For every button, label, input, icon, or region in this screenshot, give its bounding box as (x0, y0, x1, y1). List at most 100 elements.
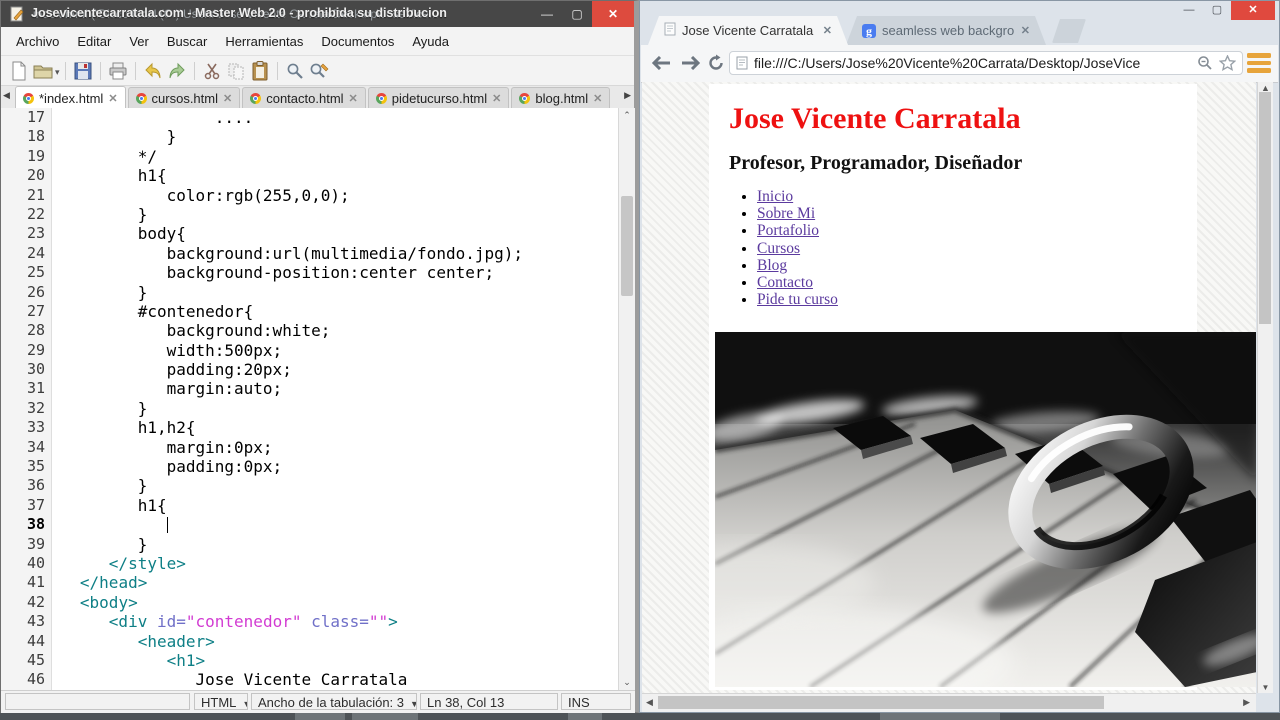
editor-tab-pidetucurso.html[interactable]: pidetucurso.html ✕ (367, 87, 510, 109)
scroll-up-icon[interactable]: ⌃ (619, 110, 635, 121)
browser-tab[interactable]: Jose Vicente Carratala ✕ (648, 16, 848, 45)
editor-tab-contacto.html[interactable]: contacto.html ✕ (242, 87, 366, 109)
code-line[interactable]: 38 (1, 515, 634, 534)
browser-minimize-button[interactable]: — (1175, 1, 1203, 20)
browser-tab[interactable]: g seamless web backgrounc ✕ (846, 16, 1046, 45)
tab-close-icon[interactable]: ✕ (593, 92, 602, 105)
code-line[interactable]: 33 h1,h2{ (1, 418, 634, 437)
tab-close-icon[interactable]: ✕ (108, 92, 117, 105)
back-icon[interactable] (649, 51, 675, 75)
nav-link-portafolio[interactable]: Portafolio (757, 222, 819, 239)
editor-tab-blog.html[interactable]: blog.html ✕ (511, 87, 611, 109)
find-icon[interactable] (283, 60, 307, 82)
close-button[interactable]: ✕ (592, 1, 634, 27)
editor-vertical-scrollbar[interactable]: ⌃ ⌄ (618, 108, 635, 690)
code-line[interactable]: 39 } (1, 535, 634, 554)
editor-tab-index.html[interactable]: *index.html ✕ (15, 86, 126, 109)
undo-icon[interactable] (141, 60, 165, 82)
nav-link-blog[interactable]: Blog (757, 257, 787, 274)
code-line[interactable]: 24 background:url(multimedia/fondo.jpg); (1, 244, 634, 263)
forward-icon[interactable] (677, 51, 703, 75)
menu-herramientas[interactable]: Herramientas (216, 34, 312, 49)
bookmark-star-icon[interactable] (1219, 55, 1236, 71)
cut-icon[interactable] (200, 60, 224, 82)
code-line[interactable]: 26 } (1, 283, 634, 302)
tab-close-icon[interactable]: ✕ (1021, 24, 1030, 37)
menu-editar[interactable]: Editar (68, 34, 120, 49)
print-icon[interactable] (106, 60, 130, 82)
code-line[interactable]: 32 } (1, 399, 634, 418)
code-line[interactable]: 21 color:rgb(255,0,0); (1, 186, 634, 205)
code-line[interactable]: 36 } (1, 476, 634, 495)
code-line[interactable]: 46 Jose Vicente Carratala (1, 670, 634, 689)
scroll-down-icon[interactable]: ▼ (1258, 683, 1273, 692)
url-text[interactable]: file:///C:/Users/Jose%20Vicente%20Carrat… (754, 55, 1191, 71)
code-line[interactable]: 25 background-position:center center; (1, 263, 634, 282)
code-line[interactable]: 28 background:white; (1, 321, 634, 340)
scroll-right-icon[interactable]: ▶ (1243, 697, 1250, 708)
save-icon[interactable] (71, 60, 95, 82)
open-folder-icon[interactable] (31, 60, 55, 82)
code-line[interactable]: 22 } (1, 205, 634, 224)
reload-icon[interactable] (703, 51, 729, 75)
minimize-button[interactable]: — (532, 1, 562, 27)
menu-archivo[interactable]: Archivo (7, 34, 68, 49)
editor-tab-cursos.html[interactable]: cursos.html ✕ (127, 87, 241, 109)
browser-vscroll-thumb[interactable] (1259, 92, 1271, 324)
nav-link-sobre-mi[interactable]: Sobre Mi (757, 205, 815, 222)
zoom-indicator-icon[interactable] (1197, 55, 1213, 71)
code-line[interactable]: 44 <header> (1, 632, 634, 651)
copy-icon[interactable] (224, 60, 248, 82)
browser-maximize-button[interactable]: ▢ (1203, 1, 1231, 20)
code-line[interactable]: 29 width:500px; (1, 341, 634, 360)
code-line[interactable]: 30 padding:20px; (1, 360, 634, 379)
browser-horizontal-scrollbar[interactable]: ◀ ▶ (642, 693, 1256, 712)
code-line[interactable]: 31 margin:auto; (1, 379, 634, 398)
code-line[interactable]: 43 <div id="contenedor" class=""> (1, 612, 634, 631)
new-tab-button[interactable] (1052, 19, 1086, 43)
code-line[interactable]: 41 </head> (1, 573, 634, 592)
menu-ver[interactable]: Ver (120, 34, 158, 49)
tab-close-icon[interactable]: ✕ (823, 24, 832, 37)
code-line[interactable]: 19 */ (1, 147, 634, 166)
tab-scroll-left-icon[interactable]: ◀ (3, 90, 10, 101)
code-editor[interactable]: 17 .... 18 } 19 */20 h1{21 color:rgb(255,0… (1, 108, 634, 690)
redo-icon[interactable] (165, 60, 189, 82)
menu-buscar[interactable]: Buscar (158, 34, 216, 49)
find-replace-icon[interactable] (307, 60, 331, 82)
tab-width-dropdown[interactable]: Ancho de la tabulación: 3▼ (251, 693, 417, 710)
tab-close-icon[interactable]: ✕ (349, 92, 358, 105)
code-line[interactable]: 45 <h1> (1, 651, 634, 670)
open-dropdown-icon[interactable]: ▾ (55, 62, 60, 80)
address-bar[interactable]: file:///C:/Users/Jose%20Vicente%20Carrat… (729, 51, 1243, 75)
nav-link-inicio[interactable]: Inicio (757, 188, 793, 205)
tab-scroll-right-icon[interactable]: ▶ (624, 90, 631, 101)
editor-scroll-thumb[interactable] (621, 196, 633, 296)
scroll-down-icon[interactable]: ⌄ (619, 677, 635, 688)
menu-ayuda[interactable]: Ayuda (403, 34, 458, 49)
code-line[interactable]: 23 body{ (1, 224, 634, 243)
maximize-button[interactable]: ▢ (562, 1, 592, 27)
nav-link-pide-tu-curso[interactable]: Pide tu curso (757, 291, 838, 308)
nav-link-contacto[interactable]: Contacto (757, 274, 813, 291)
browser-close-button[interactable]: ✕ (1231, 1, 1275, 20)
nav-link-cursos[interactable]: Cursos (757, 240, 800, 257)
code-line[interactable]: 42 <body> (1, 593, 634, 612)
tab-close-icon[interactable]: ✕ (223, 92, 232, 105)
new-file-icon[interactable] (7, 60, 31, 82)
chrome-menu-icon[interactable] (1247, 53, 1271, 73)
editor-titlebar[interactable]: index.html (\Disco local (C:)\Users\Jose… (1, 1, 634, 27)
code-line[interactable]: 34 margin:0px; (1, 438, 634, 457)
code-line[interactable]: 18 } (1, 127, 634, 146)
code-line[interactable]: 35 padding:0px; (1, 457, 634, 476)
code-line[interactable]: 17 .... (1, 108, 634, 127)
scroll-left-icon[interactable]: ◀ (646, 697, 653, 708)
code-line[interactable]: 40 </style> (1, 554, 634, 573)
browser-vertical-scrollbar[interactable]: ▲ ▼ (1257, 82, 1273, 693)
code-line[interactable]: 20 h1{ (1, 166, 634, 185)
tab-close-icon[interactable]: ✕ (492, 92, 501, 105)
menu-documentos[interactable]: Documentos (312, 34, 403, 49)
code-line[interactable]: 27 #contenedor{ (1, 302, 634, 321)
code-line[interactable]: 37 h1{ (1, 496, 634, 515)
browser-hscroll-thumb[interactable] (658, 696, 1104, 709)
